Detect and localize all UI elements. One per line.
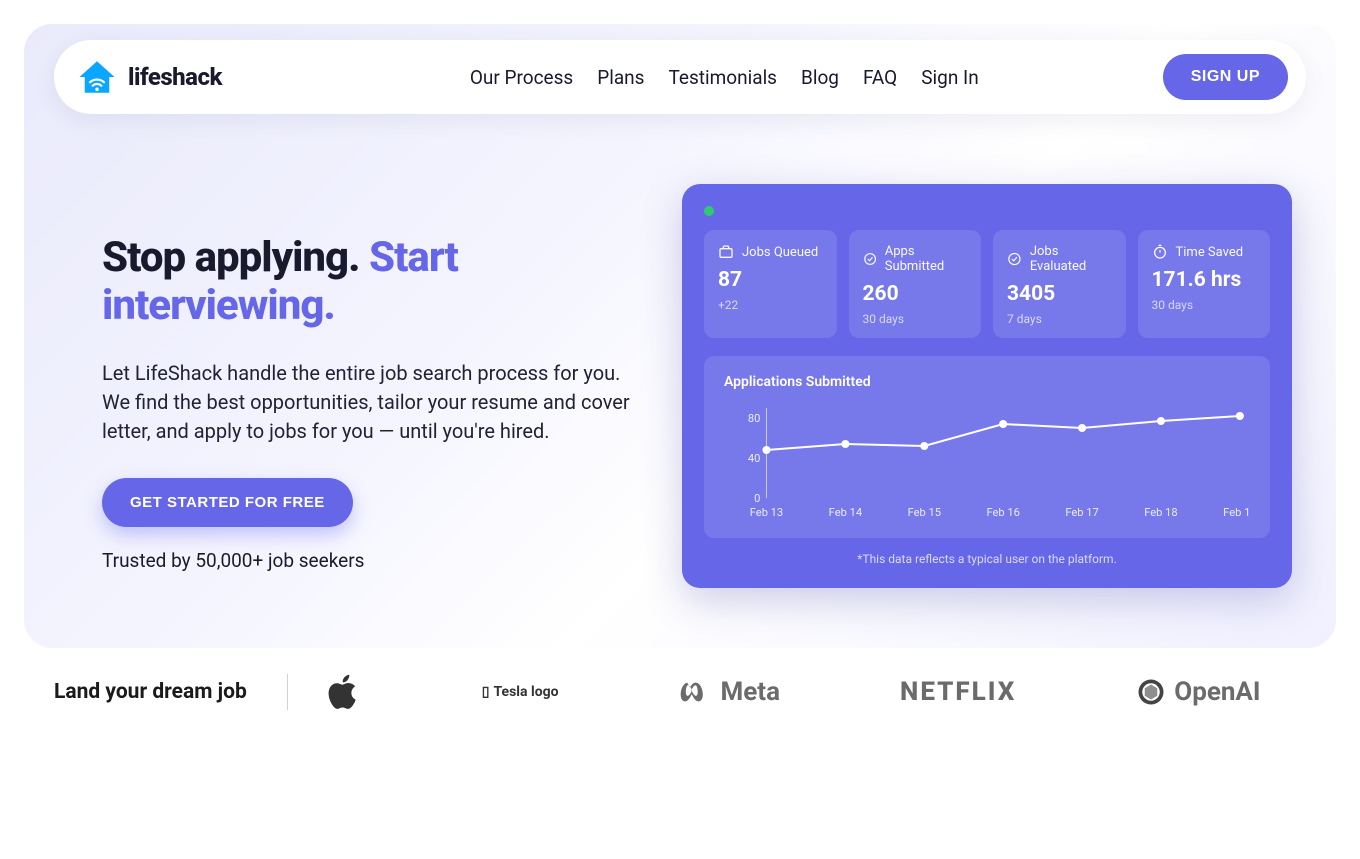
logo-tesla: Tesla logo bbox=[482, 684, 559, 700]
logo-apple bbox=[328, 672, 362, 712]
house-wifi-icon bbox=[76, 56, 118, 98]
svg-text:Feb 14: Feb 14 bbox=[829, 506, 862, 519]
check-circle-icon bbox=[1007, 251, 1022, 267]
logos-label: Land your dream job bbox=[54, 680, 247, 704]
stat-label: Jobs Evaluated bbox=[1030, 244, 1112, 274]
company-logos-row: Land your dream job Tesla logo Meta NETF… bbox=[24, 648, 1336, 712]
nav-plans[interactable]: Plans bbox=[597, 66, 644, 89]
meta-icon bbox=[679, 672, 713, 712]
stopwatch-icon bbox=[1152, 244, 1168, 260]
logo-meta: Meta bbox=[679, 672, 781, 712]
nav-testimonials[interactable]: Testimonials bbox=[668, 66, 777, 89]
hero-description: Let LifeShack handle the entire job sear… bbox=[102, 359, 642, 446]
brand-logo[interactable]: lifeshack bbox=[76, 56, 222, 98]
svg-text:0: 0 bbox=[754, 492, 760, 505]
stat-sub: 7 days bbox=[1007, 312, 1112, 326]
company-logos: Tesla logo Meta NETFLIX OpenAI Ac bbox=[328, 672, 1306, 712]
stat-label: Time Saved bbox=[1176, 245, 1244, 260]
meta-text: Meta bbox=[721, 677, 781, 707]
nav-our-process[interactable]: Our Process bbox=[470, 66, 573, 89]
chart-title: Applications Submitted bbox=[724, 374, 1250, 390]
stats-row: Jobs Queued 87 +22 Apps Submitted 260 30… bbox=[704, 230, 1270, 338]
stat-sub: 30 days bbox=[1152, 298, 1257, 312]
hero-title: Stop applying. Start interviewing. bbox=[102, 234, 642, 331]
stat-jobs-queued: Jobs Queued 87 +22 bbox=[704, 230, 837, 338]
stat-value: 3405 bbox=[1007, 282, 1112, 306]
svg-text:Feb 18: Feb 18 bbox=[1144, 506, 1177, 519]
svg-text:80: 80 bbox=[748, 412, 760, 425]
stat-jobs-evaluated: Jobs Evaluated 3405 7 days bbox=[993, 230, 1126, 338]
svg-text:Feb 15: Feb 15 bbox=[908, 506, 941, 519]
nav-links: Our Process Plans Testimonials Blog FAQ … bbox=[470, 66, 979, 89]
svg-text:Feb 17: Feb 17 bbox=[1065, 506, 1098, 519]
applications-chart: 0 40 80 Feb 13 Feb 14 Feb 15 Feb 16 Feb 17 Feb 1… bbox=[724, 400, 1250, 520]
nav-faq[interactable]: FAQ bbox=[863, 66, 897, 89]
stat-sub: 30 days bbox=[863, 312, 968, 326]
nav-blog[interactable]: Blog bbox=[801, 66, 839, 89]
get-started-button[interactable]: GET STARTED FOR FREE bbox=[102, 478, 353, 527]
logo-netflix: NETFLIX bbox=[900, 677, 1016, 707]
signup-button[interactable]: SIGN UP bbox=[1163, 54, 1288, 100]
stat-value: 87 bbox=[718, 268, 823, 292]
hero-title-plain: Stop applying. bbox=[102, 233, 360, 282]
stat-apps-submitted: Apps Submitted 260 30 days bbox=[849, 230, 982, 338]
trusted-text: Trusted by 50,000+ job seekers bbox=[102, 549, 642, 572]
hero-copy: Stop applying. Start interviewing. Let L… bbox=[102, 184, 642, 588]
brand-name: lifeshack bbox=[128, 63, 222, 91]
logo-openai: OpenAI bbox=[1136, 672, 1260, 712]
svg-text:Feb 13: Feb 13 bbox=[750, 506, 783, 519]
svg-text:40: 40 bbox=[748, 452, 760, 465]
stat-value: 171.6 hrs bbox=[1152, 268, 1257, 292]
apple-icon bbox=[328, 672, 362, 712]
svg-text:Feb 19: Feb 19 bbox=[1223, 506, 1250, 519]
dashboard-disclaimer: *This data reflects a typical user on th… bbox=[704, 552, 1270, 566]
hero-section: lifeshack Our Process Plans Testimonials… bbox=[24, 24, 1336, 648]
check-circle-icon bbox=[863, 251, 877, 267]
stat-sub: +22 bbox=[718, 298, 823, 312]
stat-label: Jobs Queued bbox=[742, 245, 818, 260]
openai-text: OpenAI bbox=[1174, 677, 1260, 707]
divider bbox=[287, 674, 288, 710]
window-dot-icon bbox=[704, 206, 714, 216]
openai-icon bbox=[1136, 672, 1166, 712]
stat-label: Apps Submitted bbox=[885, 244, 967, 274]
briefcase-icon bbox=[718, 244, 734, 260]
nav-signin[interactable]: Sign In bbox=[921, 66, 978, 89]
stat-time-saved: Time Saved 171.6 hrs 30 days bbox=[1138, 230, 1271, 338]
svg-text:Feb 16: Feb 16 bbox=[986, 506, 1019, 519]
navbar: lifeshack Our Process Plans Testimonials… bbox=[54, 40, 1306, 114]
chart-card: Applications Submitted 0 40 80 Feb 13 Feb 14… bbox=[704, 356, 1270, 538]
stat-value: 260 bbox=[863, 282, 968, 306]
dashboard-preview: Jobs Queued 87 +22 Apps Submitted 260 30… bbox=[682, 184, 1292, 588]
